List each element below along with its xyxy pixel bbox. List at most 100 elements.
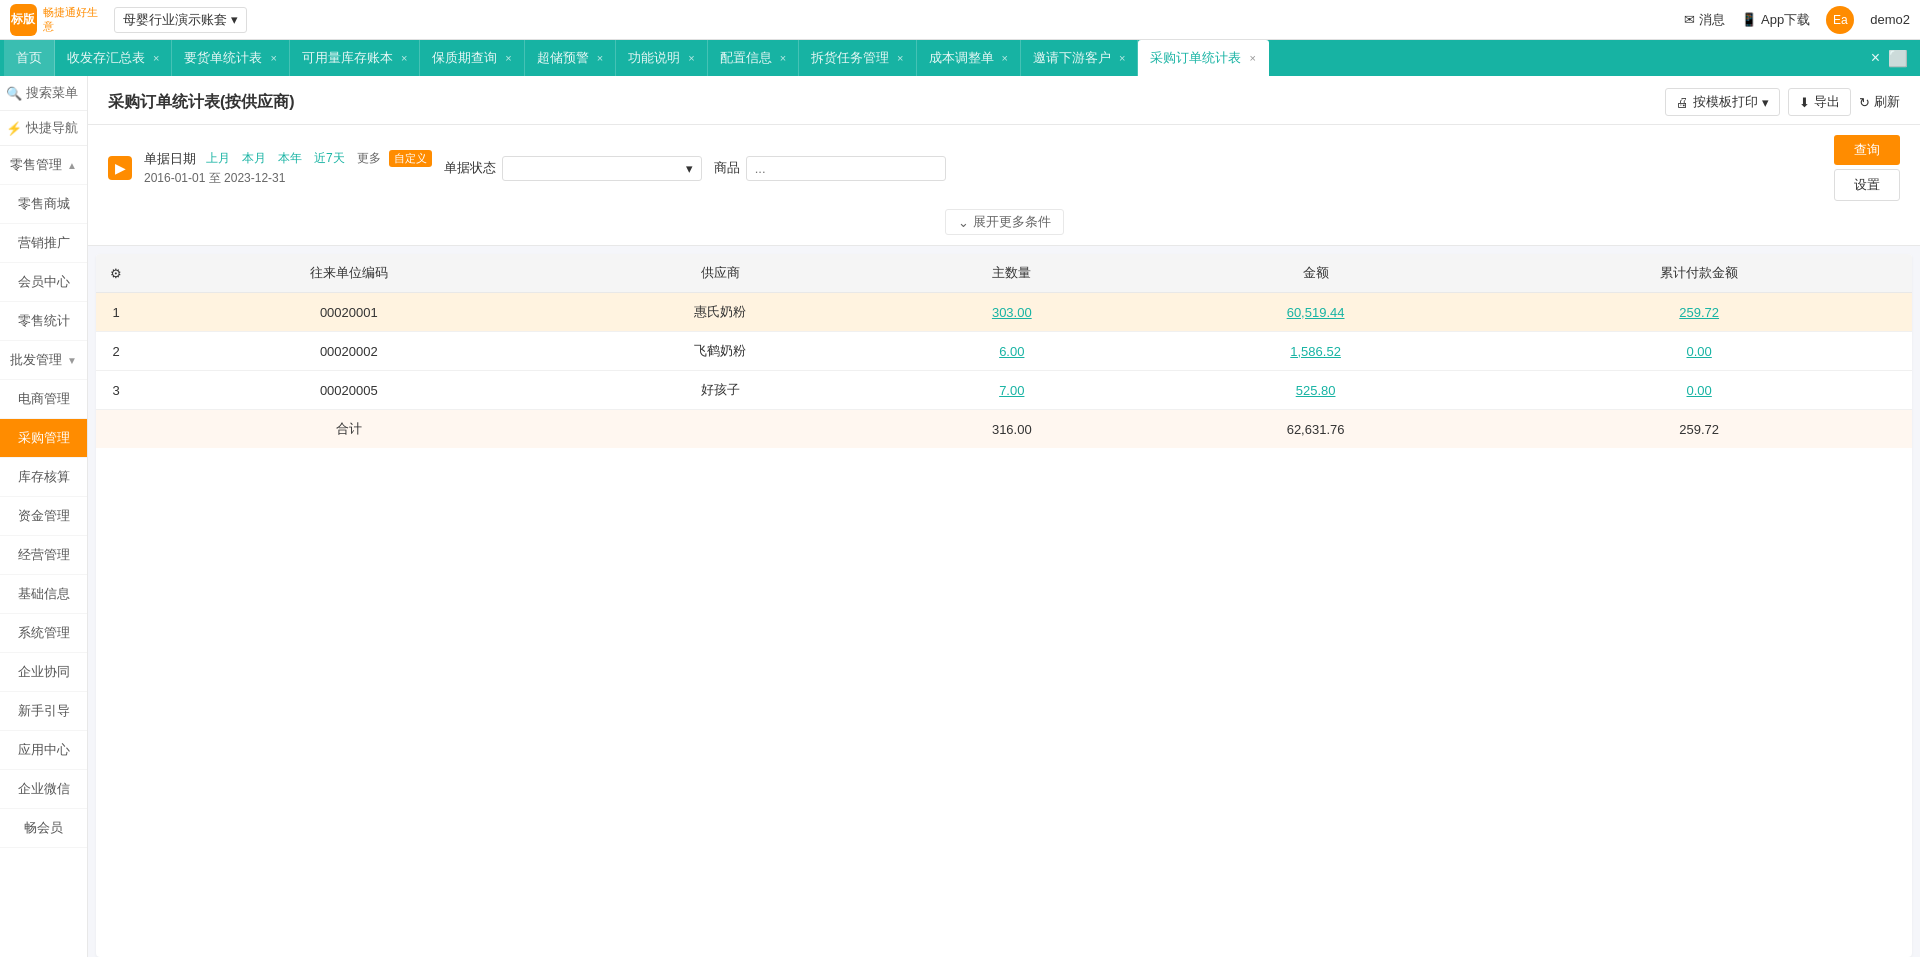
tab-tuohuo[interactable]: 拆货任务管理 × — [799, 40, 916, 76]
footer-paid: 259.72 — [1486, 410, 1912, 449]
tab-label: 成本调整单 — [929, 49, 994, 67]
export-button[interactable]: ⬇ 导出 — [1788, 88, 1851, 116]
app-download-button[interactable]: 📱 App下载 — [1741, 11, 1810, 29]
tab-close-icon[interactable]: × — [505, 52, 511, 64]
row-amount[interactable]: 525.80 — [1145, 371, 1487, 410]
sidebar-item-member[interactable]: 会员中心 — [0, 263, 87, 302]
sidebar-item-retail-mall[interactable]: 零售商城 — [0, 185, 87, 224]
footer-label: 合计 — [136, 410, 562, 449]
refresh-icon: ↻ — [1859, 95, 1870, 110]
sidebar-item-label: 应用中心 — [18, 741, 70, 759]
quick-nav-label: 快捷导航 — [26, 119, 78, 137]
tab-home[interactable]: 首页 — [4, 40, 55, 76]
date-from: 2016-01-01 — [144, 171, 205, 185]
sidebar-item-label: 资金管理 — [18, 507, 70, 525]
tab-baobaoqixian[interactable]: 保质期查询 × — [420, 40, 524, 76]
sidebar-item-ops[interactable]: 经营管理 — [0, 536, 87, 575]
tab-close-icon[interactable]: × — [688, 52, 694, 64]
filter-collapse-button[interactable]: ▶ — [108, 156, 132, 180]
sidebar-item-purchase[interactable]: 采购管理 — [0, 419, 87, 458]
tab-peizhi[interactable]: 配置信息 × — [708, 40, 799, 76]
tab-label: 超储预警 — [537, 49, 589, 67]
tab-close-icon[interactable]: × — [1002, 52, 1008, 64]
row-supplier: 飞鹤奶粉 — [562, 332, 879, 371]
chevron-down-icon: ⌄ — [958, 215, 969, 230]
row-paid[interactable]: 259.72 — [1486, 293, 1912, 332]
tab-yaoqing[interactable]: 邀请下游客户 × — [1021, 40, 1138, 76]
tab-shoufahuizonghubiao[interactable]: 收发存汇总表 × — [55, 40, 172, 76]
status-filter-label: 单据状态 — [444, 159, 496, 177]
tab-close-icon[interactable]: × — [1119, 52, 1125, 64]
tab-label: 拆货任务管理 — [811, 49, 889, 67]
tab-keyongliang[interactable]: 可用量库存账本 × — [290, 40, 420, 76]
shortcut-more[interactable]: 更多 — [353, 149, 385, 168]
sidebar-item-vip[interactable]: 畅会员 — [0, 809, 87, 848]
sidebar-item-fund[interactable]: 资金管理 — [0, 497, 87, 536]
sidebar-item-enterprise-coop[interactable]: 企业协同 — [0, 653, 87, 692]
sidebar-item-marketing[interactable]: 营销推广 — [0, 224, 87, 263]
sidebar-item-quick-nav[interactable]: ⚡ 快捷导航 — [0, 111, 87, 146]
tab-close-icon[interactable]: × — [270, 52, 276, 64]
page-title: 采购订单统计表(按供应商) — [108, 92, 295, 113]
row-qty[interactable]: 6.00 — [879, 332, 1145, 371]
date-filter-group: 单据日期 上月 本月 本年 近7天 更多 自定义 2016-01-01 至 — [144, 149, 432, 187]
query-button[interactable]: 查询 — [1834, 135, 1900, 165]
row-code: 00020002 — [136, 332, 562, 371]
tab-close-icon[interactable]: × — [1249, 52, 1255, 64]
avatar-initials: Ea — [1833, 13, 1848, 27]
row-paid[interactable]: 0.00 — [1486, 332, 1912, 371]
shortcut-last-month[interactable]: 上月 — [202, 149, 234, 168]
row-paid[interactable]: 0.00 — [1486, 371, 1912, 410]
sidebar-item-system[interactable]: 系统管理 — [0, 614, 87, 653]
shortcut-this-year[interactable]: 本年 — [274, 149, 306, 168]
message-button[interactable]: ✉ 消息 — [1684, 11, 1725, 29]
sidebar-item-label: 电商管理 — [18, 390, 70, 408]
export-label: 导出 — [1814, 93, 1840, 111]
sidebar-item-wholesale[interactable]: 批发管理 ▼ — [0, 341, 87, 380]
shortcut-7days[interactable]: 近7天 — [310, 149, 349, 168]
settings-icon[interactable]: ⚙ — [110, 266, 122, 281]
shortcut-this-month[interactable]: 本月 — [238, 149, 270, 168]
tab-close-icon[interactable]: × — [780, 52, 786, 64]
row-qty[interactable]: 303.00 — [879, 293, 1145, 332]
close-tab-button[interactable]: × — [1871, 49, 1880, 67]
tab-chengben[interactable]: 成本调整单 × — [917, 40, 1021, 76]
row-amount[interactable]: 1,586.52 — [1145, 332, 1487, 371]
tab-close-icon[interactable]: × — [401, 52, 407, 64]
expand-filters-button[interactable]: ⌄ 展开更多条件 — [945, 209, 1064, 235]
sidebar-item-retail-stats[interactable]: 零售统计 — [0, 302, 87, 341]
tab-gongneng[interactable]: 功能说明 × — [616, 40, 707, 76]
top-bar-actions: ✉ 消息 📱 App下载 Ea demo2 — [1684, 6, 1910, 34]
nav-tabs-end: × ⬜ — [1871, 49, 1916, 68]
sidebar-item-retail-manage[interactable]: 零售管理 ▲ — [0, 146, 87, 185]
sidebar-item-inventory[interactable]: 库存核算 — [0, 458, 87, 497]
data-table: ⚙ 往来单位编码 供应商 主数量 金额 累计付款金额 1 00020001 惠氏… — [96, 254, 1912, 448]
industry-selector[interactable]: 母婴行业演示账套 ▾ — [114, 7, 247, 33]
expand-label: 展开更多条件 — [973, 213, 1051, 231]
status-select[interactable]: ▾ — [502, 156, 702, 181]
sidebar-item-search[interactable]: 🔍 搜索菜单 — [0, 76, 87, 111]
print-button[interactable]: 🖨 按模板打印 ▾ — [1665, 88, 1780, 116]
sidebar-item-enterprise-wechat[interactable]: 企业微信 — [0, 770, 87, 809]
tab-caigou-active[interactable]: 采购订单统计表 × — [1138, 40, 1268, 76]
chevron-down-icon: ▾ — [231, 12, 238, 27]
tab-close-icon[interactable]: × — [597, 52, 603, 64]
maximize-button[interactable]: ⬜ — [1888, 49, 1908, 68]
sidebar-item-app-center[interactable]: 应用中心 — [0, 731, 87, 770]
tab-label: 收发存汇总表 — [67, 49, 145, 67]
goods-input[interactable] — [746, 156, 946, 181]
sidebar-item-ecommerce[interactable]: 电商管理 — [0, 380, 87, 419]
tab-close-icon[interactable]: × — [897, 52, 903, 64]
sidebar-item-new-guide[interactable]: 新手引导 — [0, 692, 87, 731]
refresh-button[interactable]: ↻ 刷新 — [1859, 93, 1900, 111]
sidebar-item-basic[interactable]: 基础信息 — [0, 575, 87, 614]
tab-chaochuyujing[interactable]: 超储预警 × — [525, 40, 616, 76]
row-qty[interactable]: 7.00 — [879, 371, 1145, 410]
filter-settings-button[interactable]: 设置 — [1834, 169, 1900, 201]
tab-close-icon[interactable]: × — [153, 52, 159, 64]
tab-yaohuodantongji[interactable]: 要货单统计表 × — [172, 40, 289, 76]
filter-row: ▶ 单据日期 上月 本月 本年 近7天 更多 自定义 — [108, 135, 1900, 201]
footer-empty-2 — [562, 410, 879, 449]
row-amount[interactable]: 60,519.44 — [1145, 293, 1487, 332]
sidebar-item-label: 系统管理 — [18, 624, 70, 642]
